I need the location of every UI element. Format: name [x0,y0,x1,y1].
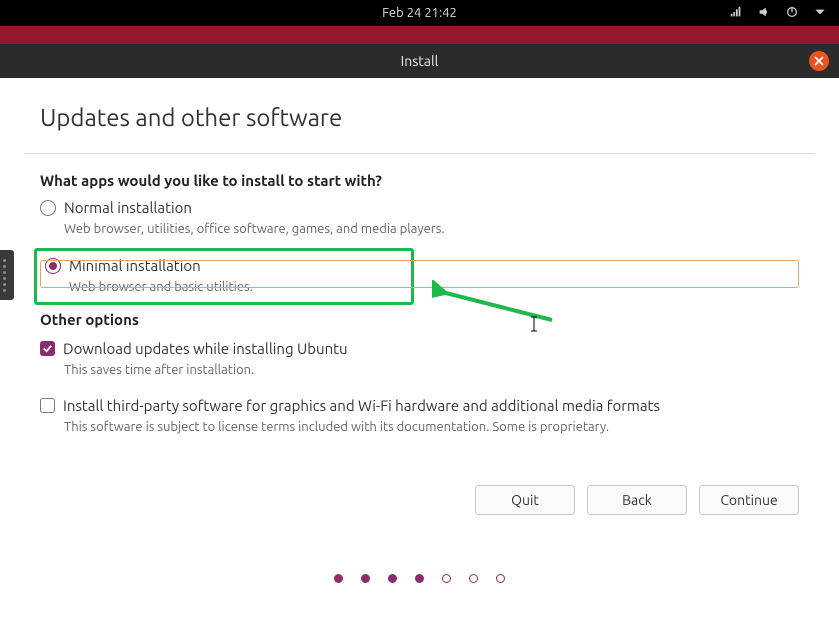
progress-dot [496,574,505,583]
radio-icon [45,258,61,274]
window-decoration [0,26,839,44]
page-title: Updates and other software [24,92,815,154]
radio-normal-install[interactable]: Normal installation [40,199,799,216]
top-bar: Feb 24 21:42 [0,0,839,26]
progress-dots [24,574,815,583]
volume-icon[interactable] [757,5,771,22]
progress-dot [334,574,343,583]
checkbox-icon [40,398,55,413]
continue-button[interactable]: Continue [699,485,799,515]
checkbox-icon [40,341,55,356]
radio-label: Normal installation [64,199,192,216]
radio-minimal-install[interactable]: Minimal installation [45,257,403,274]
back-button[interactable]: Back [587,485,687,515]
checkbox-third-party[interactable]: Install third-party software for graphic… [40,397,799,414]
window-title: Install [401,53,439,69]
dock-edge [0,250,14,300]
checkbox-label: Download updates while installing Ubuntu [63,340,348,357]
highlight-annotation: Minimal installation Web browser and bas… [34,248,414,305]
network-icon[interactable] [729,5,743,22]
progress-dot [469,574,478,583]
titlebar: Install [0,44,839,78]
clock: Feb 24 21:42 [382,6,457,20]
progress-dot [442,574,451,583]
minimal-desc: Web browser and basic utilities. [69,280,403,294]
installer-page: Updates and other software What apps wou… [24,92,815,609]
progress-dot [415,574,424,583]
normal-desc: Web browser, utilities, office software,… [64,222,799,236]
radio-icon [40,200,56,216]
close-button[interactable] [809,51,829,71]
power-icon[interactable] [785,5,799,22]
checkbox-label: Install third-party software for graphic… [63,397,660,414]
chevron-down-icon[interactable] [813,5,827,22]
download-updates-desc: This saves time after installation. [64,363,799,377]
install-type-question: What apps would you like to install to s… [40,172,799,189]
checkbox-download-updates[interactable]: Download updates while installing Ubuntu [40,340,799,357]
third-party-desc: This software is subject to license term… [64,420,799,434]
progress-dot [361,574,370,583]
quit-button[interactable]: Quit [475,485,575,515]
other-options-title: Other options [40,311,799,328]
radio-label: Minimal installation [69,257,201,274]
progress-dot [388,574,397,583]
